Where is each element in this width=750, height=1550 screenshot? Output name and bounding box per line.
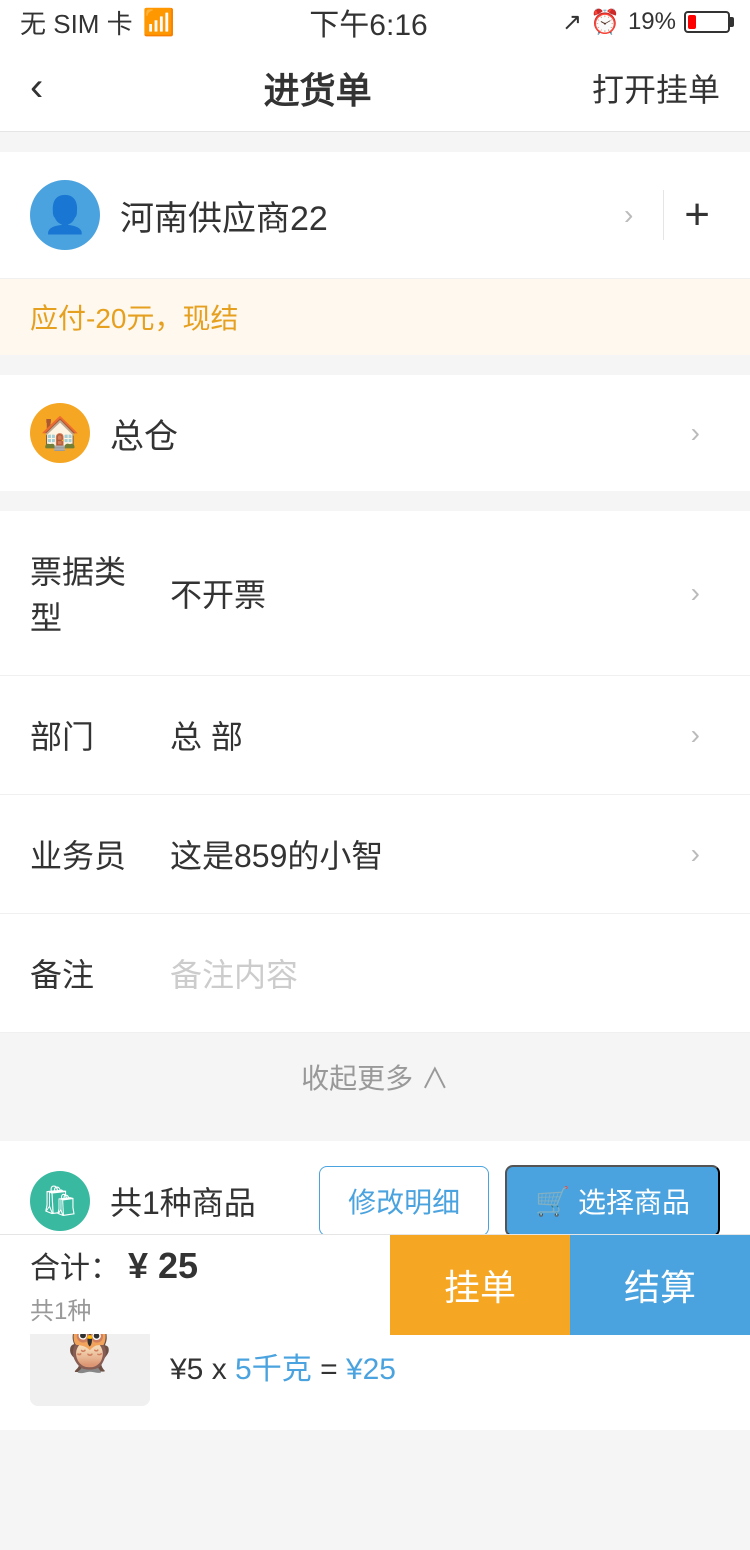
add-icon[interactable]: + bbox=[674, 190, 720, 240]
status-carrier: 无 SIM 卡 📶 bbox=[20, 4, 175, 41]
notice-banner: 应付-20元，现结 bbox=[0, 279, 750, 355]
battery-icon bbox=[684, 11, 730, 33]
chevron-right-icon-staff: › bbox=[691, 838, 700, 870]
chevron-right-icon-invoice: › bbox=[691, 577, 700, 609]
staff-value: 这是859的小智 bbox=[150, 831, 691, 877]
home-icon: 🏠 bbox=[40, 414, 80, 452]
notice-text: 应付-20元，现结 bbox=[30, 303, 238, 334]
battery-percent: 19% bbox=[628, 8, 676, 36]
back-button[interactable]: ‹ bbox=[30, 65, 43, 110]
remark-label: 备注 bbox=[30, 950, 150, 996]
select-product-button[interactable]: 🛒 选择商品 bbox=[505, 1165, 720, 1237]
bottom-bar: 合计： ¥ 25 共1种 挂单 结算 bbox=[0, 1234, 750, 1334]
price-total: ¥25 bbox=[346, 1353, 396, 1386]
supplier-name: 河南供应商22 bbox=[120, 191, 624, 240]
bag-icon: 🛍 bbox=[41, 1184, 79, 1219]
warehouse-section: 🏠 总仓 › bbox=[0, 375, 750, 491]
remark-input[interactable]: 备注内容 bbox=[150, 950, 720, 996]
warehouse-icon: 🏠 bbox=[30, 403, 90, 463]
price-equals: = bbox=[312, 1353, 346, 1386]
location-icon: ↗ bbox=[562, 8, 582, 37]
supplier-section: 👤 河南供应商22 › + 应付-20元，现结 bbox=[0, 152, 750, 355]
invoice-value: 不开票 bbox=[150, 570, 691, 616]
open-hang-button[interactable]: 打开挂单 bbox=[592, 65, 720, 111]
chevron-right-icon: › bbox=[624, 199, 633, 231]
price-unit: ¥5 x bbox=[170, 1353, 235, 1386]
total-count: 共1种 bbox=[30, 1291, 360, 1326]
warehouse-name: 总仓 bbox=[110, 409, 691, 458]
cart-icon: 🛒 bbox=[535, 1185, 570, 1218]
total-text: 合计： bbox=[30, 1243, 120, 1287]
total-section: 合计： ¥ 25 共1种 bbox=[0, 1243, 390, 1326]
section-divider-1 bbox=[0, 132, 750, 152]
chevron-right-icon-warehouse: › bbox=[691, 417, 700, 449]
supplier-row[interactable]: 👤 河南供应商22 › + bbox=[0, 152, 750, 279]
remark-row[interactable]: 备注 备注内容 bbox=[0, 914, 750, 1033]
product-price: ¥5 x 5千克 = ¥25 bbox=[170, 1344, 668, 1388]
section-divider-2 bbox=[0, 355, 750, 375]
status-bar: 无 SIM 卡 📶 下午6:16 ↗ ⏰ 19% bbox=[0, 0, 750, 44]
total-label: 合计： ¥ 25 bbox=[30, 1243, 360, 1287]
dept-value: 总 部 bbox=[150, 712, 691, 758]
collapse-label: 收起更多 ∧ bbox=[301, 1063, 449, 1094]
staff-label: 业务员 bbox=[30, 831, 150, 877]
page-title: 进货单 bbox=[264, 62, 372, 114]
avatar-icon: 👤 bbox=[43, 194, 88, 236]
status-right: ↗ ⏰ 19% bbox=[562, 8, 730, 37]
product-icon: 🛍 bbox=[30, 1171, 90, 1231]
product-count: 共1种商品 bbox=[110, 1178, 319, 1224]
chevron-right-icon-dept: › bbox=[691, 719, 700, 751]
alarm-icon: ⏰ bbox=[590, 8, 620, 37]
dept-label: 部门 bbox=[30, 712, 150, 758]
carrier-text: 无 SIM 卡 bbox=[20, 4, 133, 41]
price-qty: 5千克 bbox=[235, 1353, 312, 1386]
nav-bar: ‹ 进货单 打开挂单 bbox=[0, 44, 750, 132]
staff-row[interactable]: 业务员 这是859的小智 › bbox=[0, 795, 750, 914]
vertical-divider bbox=[663, 190, 664, 240]
total-amount: ¥ 25 bbox=[128, 1245, 198, 1287]
collapse-bar[interactable]: 收起更多 ∧ bbox=[0, 1033, 750, 1121]
dept-row[interactable]: 部门 总 部 › bbox=[0, 676, 750, 795]
form-section: 票据类型 不开票 › 部门 总 部 › 业务员 这是859的小智 › 备注 备注… bbox=[0, 511, 750, 1033]
bottom-padding bbox=[0, 1430, 750, 1550]
supplier-avatar: 👤 bbox=[30, 180, 100, 250]
invoice-label: 票据类型 bbox=[30, 547, 150, 639]
wifi-icon: 📶 bbox=[143, 7, 175, 38]
modify-detail-button[interactable]: 修改明细 bbox=[319, 1166, 489, 1236]
checkout-button[interactable]: 结算 bbox=[570, 1235, 750, 1335]
status-time: 下午6:16 bbox=[309, 0, 427, 44]
hang-button[interactable]: 挂单 bbox=[390, 1235, 570, 1335]
invoice-row[interactable]: 票据类型 不开票 › bbox=[0, 511, 750, 676]
warehouse-row[interactable]: 🏠 总仓 › bbox=[0, 375, 750, 491]
